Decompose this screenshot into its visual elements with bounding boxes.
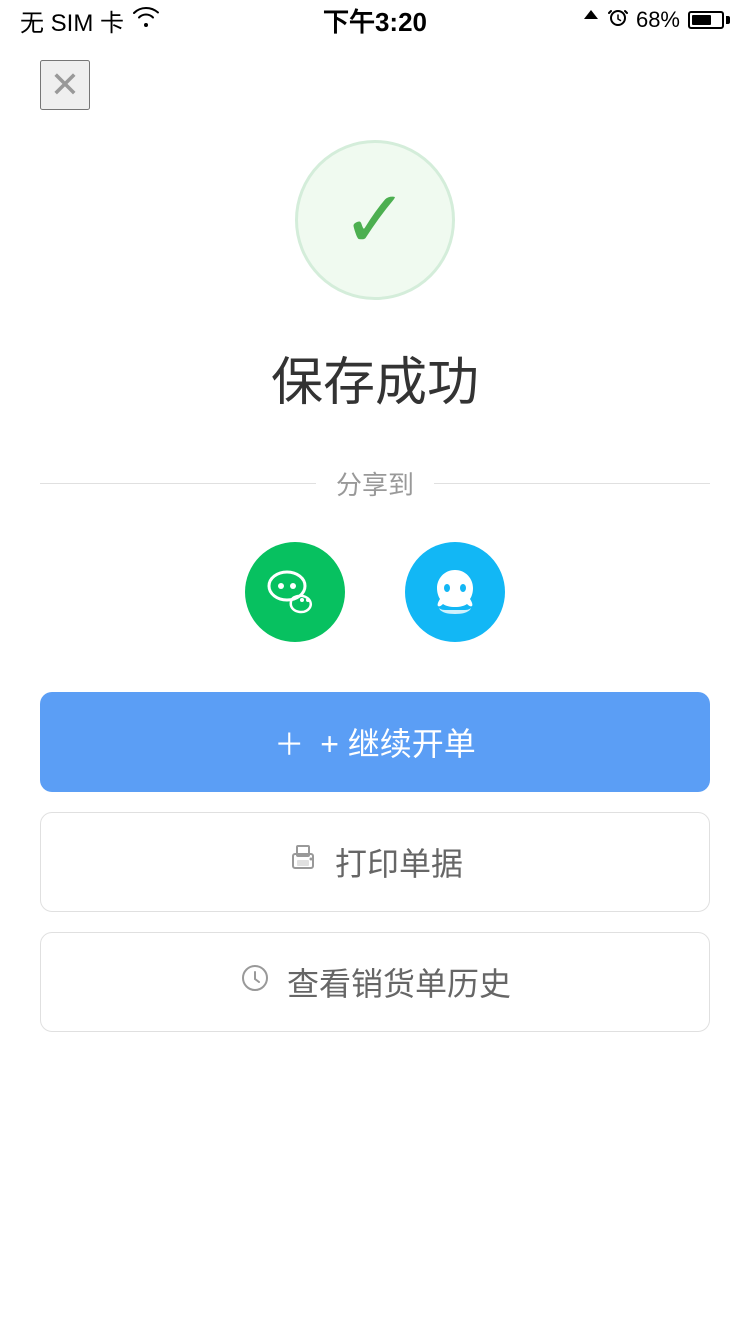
close-icon: ✕ bbox=[50, 67, 80, 103]
wechat-icon bbox=[265, 562, 325, 622]
share-section: 分享到 bbox=[40, 465, 710, 642]
wifi-icon bbox=[132, 6, 160, 34]
plus-icon: ＋ bbox=[274, 720, 304, 764]
status-right: 68% bbox=[582, 7, 730, 33]
print-icon bbox=[287, 842, 319, 882]
share-divider: 分享到 bbox=[40, 465, 710, 502]
qq-icon bbox=[425, 562, 485, 622]
qq-share-button[interactable] bbox=[405, 542, 505, 642]
no-sim-label: 无 SIM 卡 bbox=[20, 3, 124, 38]
time-display: 下午3:20 bbox=[323, 2, 427, 39]
divider-left bbox=[40, 483, 316, 484]
success-circle: ✓ bbox=[295, 140, 455, 300]
continue-order-button[interactable]: ＋ + 继续开单 bbox=[40, 692, 710, 792]
divider-right bbox=[434, 483, 710, 484]
main-content: ✕ ✓ 保存成功 分享到 bbox=[0, 40, 750, 1334]
share-label: 分享到 bbox=[336, 465, 414, 502]
print-button[interactable]: 打印单据 bbox=[40, 812, 710, 912]
print-label: 打印单据 bbox=[335, 839, 463, 885]
share-icons-row bbox=[40, 542, 710, 642]
alarm-icon bbox=[608, 7, 628, 33]
close-button[interactable]: ✕ bbox=[40, 60, 90, 110]
location-icon bbox=[582, 7, 600, 33]
history-button[interactable]: 查看销货单历史 bbox=[40, 932, 710, 1032]
battery-percent: 68% bbox=[636, 7, 680, 33]
battery-icon bbox=[688, 11, 730, 29]
status-bar: 无 SIM 卡 下午3:20 68% bbox=[0, 0, 750, 40]
checkmark-icon: ✓ bbox=[341, 180, 408, 260]
history-icon bbox=[239, 962, 271, 1002]
success-title: 保存成功 bbox=[271, 340, 479, 415]
action-buttons: ＋ + 继续开单 打印单据 查看销货单历史 bbox=[40, 692, 710, 1032]
history-label: 查看销货单历史 bbox=[287, 959, 511, 1005]
continue-order-label: + 继续开单 bbox=[320, 719, 476, 765]
status-left: 无 SIM 卡 bbox=[20, 3, 160, 38]
wechat-share-button[interactable] bbox=[245, 542, 345, 642]
